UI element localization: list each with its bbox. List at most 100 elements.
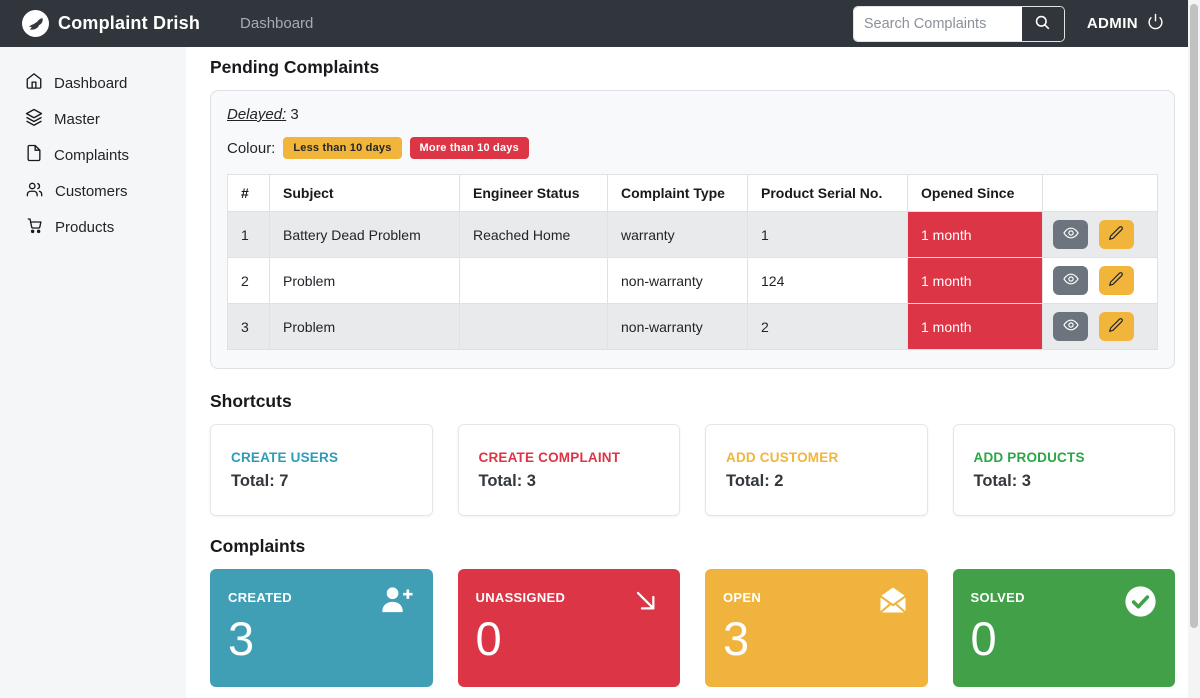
shortcut-total: Total: 3: [974, 472, 1155, 491]
admin-label: ADMIN: [1087, 15, 1138, 32]
table-row: 3 Problem non-warranty 2 1 month: [228, 304, 1158, 350]
sidebar-item-complaints[interactable]: Complaints: [0, 137, 186, 173]
cell-product-serial: 124: [748, 258, 908, 304]
legend-badge-more-than-10-days: More than 10 days: [410, 137, 529, 159]
sidebar-item-label: Products: [55, 219, 114, 236]
power-icon[interactable]: [1147, 13, 1164, 35]
sidebar-item-customers[interactable]: Customers: [0, 173, 186, 209]
table-row: 1 Battery Dead Problem Reached Home warr…: [228, 212, 1158, 258]
cell-opened-since: 1 month: [908, 304, 1043, 350]
file-icon: [25, 144, 43, 166]
eye-icon: [1062, 317, 1080, 336]
sidebar-item-dashboard[interactable]: Dashboard: [0, 65, 186, 101]
pencil-icon: [1108, 225, 1124, 244]
delayed-line: Delayed: 3: [227, 106, 1158, 123]
bird-logo-icon: [22, 10, 49, 37]
view-button[interactable]: [1053, 266, 1088, 295]
pending-complaints-table: # Subject Engineer Status Complaint Type…: [227, 174, 1158, 350]
cell-num: 2: [228, 258, 270, 304]
cart-icon: [25, 216, 44, 238]
shortcut-create-complaint[interactable]: CREATE COMPLAINT Total: 3: [458, 424, 681, 516]
shortcut-label: ADD PRODUCTS: [974, 450, 1155, 465]
col-header-num: #: [228, 175, 270, 212]
table-header-row: # Subject Engineer Status Complaint Type…: [228, 175, 1158, 212]
shortcut-add-customer[interactable]: ADD CUSTOMER Total: 2: [705, 424, 928, 516]
legend-badge-less-than-10-days: Less than 10 days: [283, 137, 401, 159]
cell-num: 1: [228, 212, 270, 258]
edit-button[interactable]: [1099, 312, 1134, 341]
cell-opened-since: 1 month: [908, 258, 1043, 304]
sidebar-item-products[interactable]: Products: [0, 209, 186, 245]
shortcut-create-users[interactable]: CREATE USERS Total: 7: [210, 424, 433, 516]
complaints-title: Complaints: [210, 536, 1175, 557]
delayed-label: Delayed:: [227, 106, 286, 123]
nav-dashboard-link[interactable]: Dashboard: [240, 15, 313, 32]
top-navbar: Complaint Drish Dashboard ADMIN: [0, 0, 1188, 47]
col-header-actions: [1043, 175, 1158, 212]
search-button[interactable]: [1022, 7, 1064, 41]
shortcut-label: CREATE COMPLAINT: [479, 450, 660, 465]
search-input[interactable]: [854, 7, 1022, 41]
cell-num: 3: [228, 304, 270, 350]
col-header-subject: Subject: [270, 175, 460, 212]
sidebar-item-label: Dashboard: [54, 75, 127, 92]
search-group: [853, 6, 1065, 42]
layers-icon: [25, 108, 43, 130]
page-scrollbar-track[interactable]: [1188, 0, 1200, 698]
pencil-icon: [1108, 317, 1124, 336]
people-icon: [25, 180, 44, 202]
shortcuts-title: Shortcuts: [210, 391, 1175, 412]
view-button[interactable]: [1053, 312, 1088, 341]
stat-card-open[interactable]: OPEN 3: [705, 569, 928, 687]
stat-card-unassigned[interactable]: UNASSIGNED 0: [458, 569, 681, 687]
shortcut-label: ADD CUSTOMER: [726, 450, 907, 465]
shortcut-add-products[interactable]: ADD PRODUCTS Total: 3: [953, 424, 1176, 516]
shortcut-total: Total: 2: [726, 472, 907, 491]
colour-label: Colour:: [227, 140, 275, 157]
edit-button[interactable]: [1099, 266, 1134, 295]
cell-complaint-type: warranty: [608, 212, 748, 258]
pending-complaints-title: Pending Complaints: [210, 57, 1175, 78]
table-row: 2 Problem non-warranty 124 1 month: [228, 258, 1158, 304]
admin-menu[interactable]: ADMIN: [1087, 13, 1164, 35]
stat-value: 3: [723, 613, 910, 665]
col-header-opened-since: Opened Since: [908, 175, 1043, 212]
arrow-down-right-icon: [630, 585, 662, 622]
pending-complaints-card: Delayed: 3 Colour: Less than 10 days Mor…: [210, 90, 1175, 369]
person-plus-icon: [379, 585, 415, 618]
eye-icon: [1062, 271, 1080, 290]
brand[interactable]: Complaint Drish: [22, 10, 200, 37]
shortcut-total: Total: 7: [231, 472, 412, 491]
cell-complaint-type: non-warranty: [608, 258, 748, 304]
view-button[interactable]: [1053, 220, 1088, 249]
cell-subject: Battery Dead Problem: [270, 212, 460, 258]
home-icon: [25, 72, 43, 94]
search-icon: [1033, 13, 1052, 35]
shortcut-label: CREATE USERS: [231, 450, 412, 465]
col-header-engineer-status: Engineer Status: [460, 175, 608, 212]
sidebar-item-label: Customers: [55, 183, 128, 200]
stat-card-created[interactable]: CREATED 3: [210, 569, 433, 687]
cell-engineer-status: Reached Home: [460, 212, 608, 258]
sidebar-item-master[interactable]: Master: [0, 101, 186, 137]
check-circle-icon: [1124, 585, 1157, 623]
sidebar-item-label: Complaints: [54, 147, 129, 164]
edit-button[interactable]: [1099, 220, 1134, 249]
col-header-product-serial: Product Serial No.: [748, 175, 908, 212]
cell-engineer-status: [460, 258, 608, 304]
cell-product-serial: 2: [748, 304, 908, 350]
main-content: Pending Complaints Delayed: 3 Colour: Le…: [186, 47, 1188, 698]
cell-complaint-type: non-warranty: [608, 304, 748, 350]
sidebar: Dashboard Master Complaints Customers Pr…: [0, 47, 186, 698]
cell-product-serial: 1: [748, 212, 908, 258]
cell-subject: Problem: [270, 304, 460, 350]
cell-subject: Problem: [270, 258, 460, 304]
sidebar-item-label: Master: [54, 111, 100, 128]
pencil-icon: [1108, 271, 1124, 290]
page-scrollbar-thumb[interactable]: [1190, 4, 1198, 628]
cell-engineer-status: [460, 304, 608, 350]
cell-opened-since: 1 month: [908, 212, 1043, 258]
stat-card-solved[interactable]: SOLVED 0: [953, 569, 1176, 687]
eye-icon: [1062, 225, 1080, 244]
col-header-complaint-type: Complaint Type: [608, 175, 748, 212]
